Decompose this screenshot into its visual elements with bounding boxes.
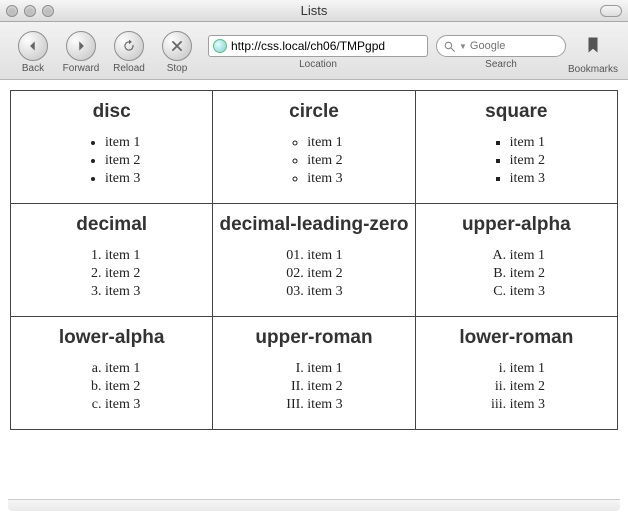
list-item: item 3 (307, 284, 342, 300)
cell-disc: disc item 1 item 2 item 3 (11, 91, 213, 204)
bookmarks-button[interactable]: Bookmarks (568, 30, 618, 75)
list-item: item 3 (510, 171, 545, 187)
stop-icon (162, 31, 192, 61)
list-item: item 2 (105, 153, 140, 169)
status-bar (8, 499, 620, 511)
location-field: Location (208, 35, 428, 70)
list-item: item 1 (510, 248, 545, 264)
list-item: item 2 (307, 153, 342, 169)
cell-heading: upper-roman (215, 327, 412, 349)
list-item: item 1 (105, 361, 140, 377)
cell-upper-roman: upper-roman item 1 item 2 item 3 (213, 317, 415, 430)
list-item: item 3 (510, 397, 545, 413)
list-item: item 3 (105, 284, 140, 300)
cell-heading: disc (13, 101, 210, 123)
list-item: item 1 (307, 248, 342, 264)
close-icon[interactable] (6, 5, 18, 17)
cell-heading: lower-alpha (13, 327, 210, 349)
list-item: item 2 (307, 266, 342, 282)
list-item: item 2 (510, 379, 545, 395)
zoom-icon[interactable] (42, 5, 54, 17)
reload-icon (114, 31, 144, 61)
globe-icon (213, 39, 227, 53)
forward-button[interactable]: Forward (58, 31, 104, 74)
list-grid: disc item 1 item 2 item 3 circle item 1 … (10, 90, 618, 430)
search-input-wrapper[interactable]: ▼ (436, 35, 566, 57)
forward-label: Forward (63, 63, 100, 74)
page-content: disc item 1 item 2 item 3 circle item 1 … (0, 80, 628, 440)
list-item: item 1 (307, 135, 342, 151)
titlebar: Lists (0, 0, 628, 22)
cell-decimal: decimal item 1 item 2 item 3 (11, 204, 213, 317)
list-item: item 2 (105, 379, 140, 395)
list-item: item 2 (307, 379, 342, 395)
cell-lower-alpha: lower-alpha item 1 item 2 item 3 (11, 317, 213, 430)
search-field: ▼ Search (436, 35, 566, 70)
list-item: item 2 (105, 266, 140, 282)
dropdown-icon: ▼ (459, 42, 467, 51)
stop-label: Stop (167, 63, 188, 74)
list-item: item 1 (105, 248, 140, 264)
location-label: Location (299, 59, 337, 70)
back-button[interactable]: Back (10, 31, 56, 74)
list-item: item 3 (307, 171, 342, 187)
location-input-wrapper[interactable] (208, 35, 428, 57)
window-controls (6, 5, 54, 17)
bookmarks-label: Bookmarks (568, 64, 618, 75)
toolbar-toggle-icon[interactable] (600, 5, 622, 17)
reload-button[interactable]: Reload (106, 31, 152, 74)
list-item: item 1 (307, 361, 342, 377)
stop-button[interactable]: Stop (154, 31, 200, 74)
cell-heading: decimal (13, 214, 210, 236)
cell-heading: upper-alpha (418, 214, 615, 236)
cell-upper-alpha: upper-alpha item 1 item 2 item 3 (415, 204, 617, 317)
search-input[interactable] (470, 40, 559, 52)
cell-circle: circle item 1 item 2 item 3 (213, 91, 415, 204)
list-item: item 1 (105, 135, 140, 151)
search-label: Search (485, 59, 517, 70)
list-item: item 1 (510, 135, 545, 151)
location-input[interactable] (231, 39, 423, 53)
minimize-icon[interactable] (24, 5, 36, 17)
cell-lower-roman: lower-roman item 1 item 2 item 3 (415, 317, 617, 430)
cell-heading: decimal-leading-zero (215, 214, 412, 236)
list-item: item 2 (510, 266, 545, 282)
cell-heading: circle (215, 101, 412, 123)
cell-decimal-leading-zero: decimal-leading-zero item 1 item 2 item … (213, 204, 415, 317)
list-item: item 3 (510, 284, 545, 300)
list-item: item 1 (510, 361, 545, 377)
bookmark-icon (579, 30, 607, 60)
cell-heading: square (418, 101, 615, 123)
search-icon (443, 40, 456, 53)
list-item: item 2 (510, 153, 545, 169)
list-item: item 3 (105, 397, 140, 413)
cell-heading: lower-roman (418, 327, 615, 349)
arrow-left-icon (18, 31, 48, 61)
list-item: item 3 (307, 397, 342, 413)
cell-square: square item 1 item 2 item 3 (415, 91, 617, 204)
reload-label: Reload (113, 63, 145, 74)
list-item: item 3 (105, 171, 140, 187)
toolbar: Back Forward Reload Stop Location ▼ Sear… (0, 22, 628, 80)
arrow-right-icon (66, 31, 96, 61)
window-title: Lists (0, 3, 628, 18)
back-label: Back (22, 63, 44, 74)
